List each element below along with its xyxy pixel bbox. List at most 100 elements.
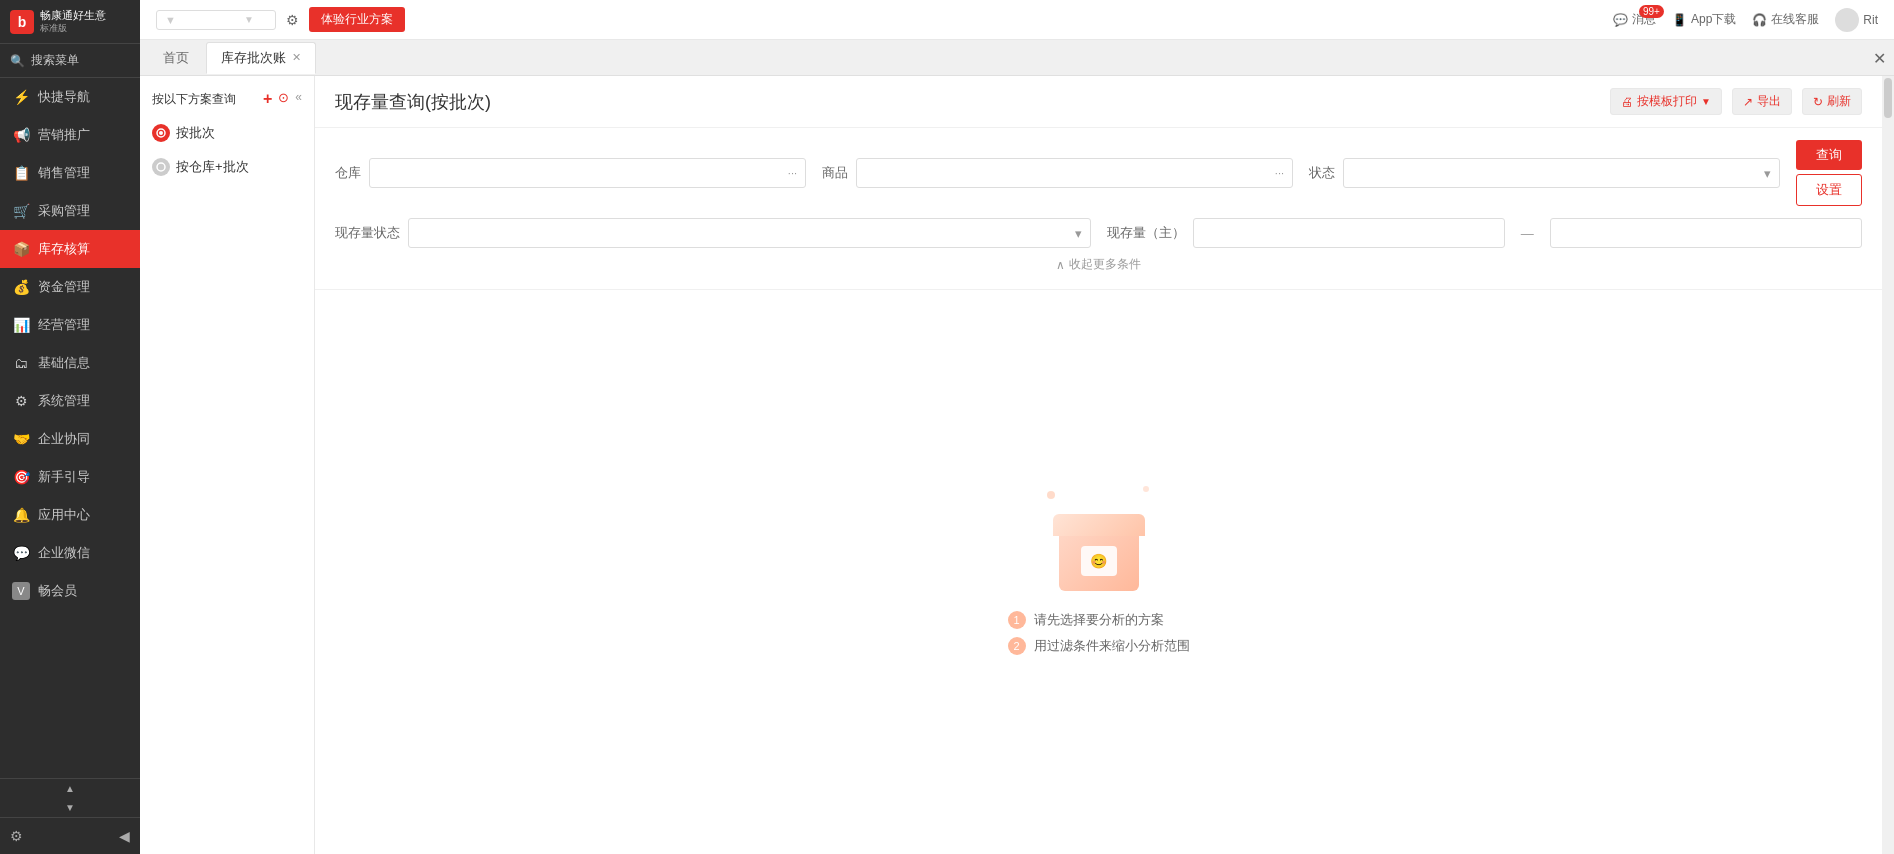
user-profile[interactable]: Rit bbox=[1835, 8, 1878, 32]
right-scroll-thumb[interactable] bbox=[1884, 78, 1892, 118]
tabbar: 首页 库存批次账 ✕ ✕ bbox=[140, 40, 1894, 76]
left-panel-actions: + ⊙ « bbox=[263, 90, 302, 108]
sidebar-item-member[interactable]: V 畅会员 bbox=[0, 572, 140, 610]
scheme-item-warehouse-batch[interactable]: 按仓库+批次 bbox=[140, 150, 314, 184]
app-name: 畅康通好生意 bbox=[40, 8, 106, 22]
message-btn[interactable]: 💬 消息 99+ bbox=[1613, 11, 1656, 28]
filter-warehouse: 仓库 ··· bbox=[335, 158, 806, 188]
headset-icon: 🎧 bbox=[1752, 13, 1767, 27]
scheme-inactive-icon bbox=[152, 158, 170, 176]
right-scrollbar[interactable] bbox=[1882, 76, 1894, 854]
purchase-icon: 🛒 bbox=[12, 202, 30, 220]
sales-icon: 📋 bbox=[12, 164, 30, 182]
status-dropdown-icon: ▾ bbox=[1764, 166, 1771, 181]
tab-panel-close-icon[interactable]: ✕ bbox=[1873, 48, 1886, 67]
qty-divider: — bbox=[1513, 226, 1542, 241]
sidebar-item-xitong[interactable]: ⚙ 系统管理 bbox=[0, 382, 140, 420]
empty-instructions: 1 请先选择要分析的方案 2 用过滤条件来缩小分析范围 bbox=[1008, 611, 1190, 663]
scheme-item-batch[interactable]: 按批次 bbox=[140, 116, 314, 150]
sidebar-item-kuaijie[interactable]: ⚡ 快捷导航 bbox=[0, 78, 140, 116]
sidebar-scroll-up[interactable]: ▲ bbox=[0, 778, 140, 798]
sidebar-item-app[interactable]: 🔔 应用中心 bbox=[0, 496, 140, 534]
sidebar-search[interactable]: 🔍 搜索菜单 bbox=[0, 44, 140, 78]
step-1-num: 1 bbox=[1008, 611, 1026, 629]
left-panel: 按以下方案查询 + ⊙ « 按批次 bbox=[140, 76, 315, 854]
warehouse-input[interactable]: ··· bbox=[369, 158, 806, 188]
query-button[interactable]: 查询 bbox=[1796, 140, 1862, 170]
sidebar-header: b 畅康通好生意 标准版 bbox=[0, 0, 140, 44]
sidebar-item-kucun[interactable]: 📦 库存核算 bbox=[0, 230, 140, 268]
topbar-search-input[interactable] bbox=[180, 13, 240, 27]
left-panel-header: 按以下方案查询 + ⊙ « bbox=[140, 86, 314, 116]
topbar-search-box[interactable]: ▼ ▼ bbox=[156, 10, 276, 30]
app-logo: b 畅康通好生意 标准版 bbox=[10, 8, 130, 35]
print-icon: 🖨 bbox=[1621, 95, 1633, 109]
filter-row-1: 仓库 ··· 商品 ··· bbox=[335, 140, 1862, 206]
refresh-btn[interactable]: ↻ 刷新 bbox=[1802, 88, 1862, 115]
page-header-top: 现存量查询(按批次) 🖨 按模板打印 ▼ ↗ 导出 bbox=[335, 88, 1862, 115]
add-scheme-btn[interactable]: + bbox=[263, 90, 272, 108]
sidebar-item-jingying[interactable]: 📊 经营管理 bbox=[0, 306, 140, 344]
scheme-settings-icon[interactable]: ⊙ bbox=[278, 90, 289, 108]
sidebar-item-xiaoshou[interactable]: 📋 销售管理 bbox=[0, 154, 140, 192]
logo-icon: b bbox=[10, 10, 34, 34]
tab-home[interactable]: 首页 bbox=[148, 42, 204, 74]
member-icon: V bbox=[12, 582, 30, 600]
filter-collapse-btn[interactable]: ∧ 收起更多条件 bbox=[335, 252, 1862, 277]
tab-inventory-batch[interactable]: 库存批次账 ✕ bbox=[206, 42, 316, 74]
search-icon: 🔍 bbox=[10, 54, 25, 68]
sidebar-item-yingxiao[interactable]: 📢 营销推广 bbox=[0, 116, 140, 154]
export-icon: ↗ bbox=[1743, 95, 1753, 109]
filter-product: 商品 ··· bbox=[822, 158, 1293, 188]
sidebar-item-qiye[interactable]: 🤝 企业协同 bbox=[0, 420, 140, 458]
settings-footer-icon[interactable]: ⚙ bbox=[10, 828, 23, 844]
stock-qty-from[interactable] bbox=[1193, 218, 1505, 248]
export-btn[interactable]: ↗ 导出 bbox=[1732, 88, 1792, 115]
inventory-icon: 📦 bbox=[12, 240, 30, 258]
status-select[interactable]: ▾ bbox=[1343, 158, 1780, 188]
sidebar-item-weixin[interactable]: 💬 企业微信 bbox=[0, 534, 140, 572]
sidebar-item-xinshou[interactable]: 🎯 新手引导 bbox=[0, 458, 140, 496]
finance-icon: 💰 bbox=[12, 278, 30, 296]
svg-point-1 bbox=[159, 131, 163, 135]
chevron-up-icon: ▲ bbox=[65, 783, 75, 794]
collapse-up-icon: ∧ bbox=[1056, 258, 1065, 272]
product-input[interactable]: ··· bbox=[856, 158, 1293, 188]
topbar-left: ▼ ▼ ⚙ 体验行业方案 bbox=[156, 7, 1603, 32]
settings-button[interactable]: 设置 bbox=[1796, 174, 1862, 206]
stock-status-select[interactable]: ▾ bbox=[408, 218, 1091, 248]
nav-icon: ⚡ bbox=[12, 88, 30, 106]
experience-btn[interactable]: 体验行业方案 bbox=[309, 7, 405, 32]
marketing-icon: 📢 bbox=[12, 126, 30, 144]
app-center-icon: 🔔 bbox=[12, 506, 30, 524]
sidebar-item-caigou[interactable]: 🛒 采购管理 bbox=[0, 192, 140, 230]
operations-icon: 📊 bbox=[12, 316, 30, 334]
app-download-btn[interactable]: 📱 App下载 bbox=[1672, 11, 1736, 28]
scheme-active-icon bbox=[152, 124, 170, 142]
collapse-sidebar-icon[interactable]: ◀ bbox=[119, 828, 130, 844]
print-btn[interactable]: 🖨 按模板打印 ▼ bbox=[1610, 88, 1722, 115]
sidebar-scroll-down[interactable]: ▼ bbox=[0, 798, 140, 817]
empty-step-1: 1 请先选择要分析的方案 bbox=[1008, 611, 1190, 629]
base-icon: 🗂 bbox=[12, 354, 30, 372]
empty-step-2: 2 用过滤条件来缩小分析范围 bbox=[1008, 637, 1190, 655]
filter-stock-status: 现存量状态 ▾ bbox=[335, 218, 1091, 248]
search-small-icon: ▼ bbox=[165, 14, 176, 26]
empty-illustration: 😊 bbox=[1039, 481, 1159, 591]
sidebar-item-zijin[interactable]: 💰 资金管理 bbox=[0, 268, 140, 306]
topbar-gear-icon[interactable]: ⚙ bbox=[286, 12, 299, 28]
step-2-num: 2 bbox=[1008, 637, 1026, 655]
collapse-panel-icon[interactable]: « bbox=[295, 90, 302, 108]
print-dropdown-icon: ▼ bbox=[1701, 96, 1711, 107]
chevron-down-icon: ▼ bbox=[65, 802, 75, 813]
product-more-btn[interactable]: ··· bbox=[1275, 167, 1284, 179]
tab-close-icon[interactable]: ✕ bbox=[292, 51, 301, 64]
empty-state: 😊 1 请先选择要分析的方案 2 用过滤条件来缩小分析范围 bbox=[315, 290, 1882, 854]
online-service-btn[interactable]: 🎧 在线客服 bbox=[1752, 11, 1819, 28]
dropdown-arrow-icon: ▼ bbox=[244, 14, 254, 25]
stock-qty-to[interactable] bbox=[1550, 218, 1862, 248]
sidebar-item-jichu[interactable]: 🗂 基础信息 bbox=[0, 344, 140, 382]
warehouse-more-btn[interactable]: ··· bbox=[788, 167, 797, 179]
system-icon: ⚙ bbox=[12, 392, 30, 410]
page-title: 现存量查询(按批次) bbox=[335, 90, 491, 114]
